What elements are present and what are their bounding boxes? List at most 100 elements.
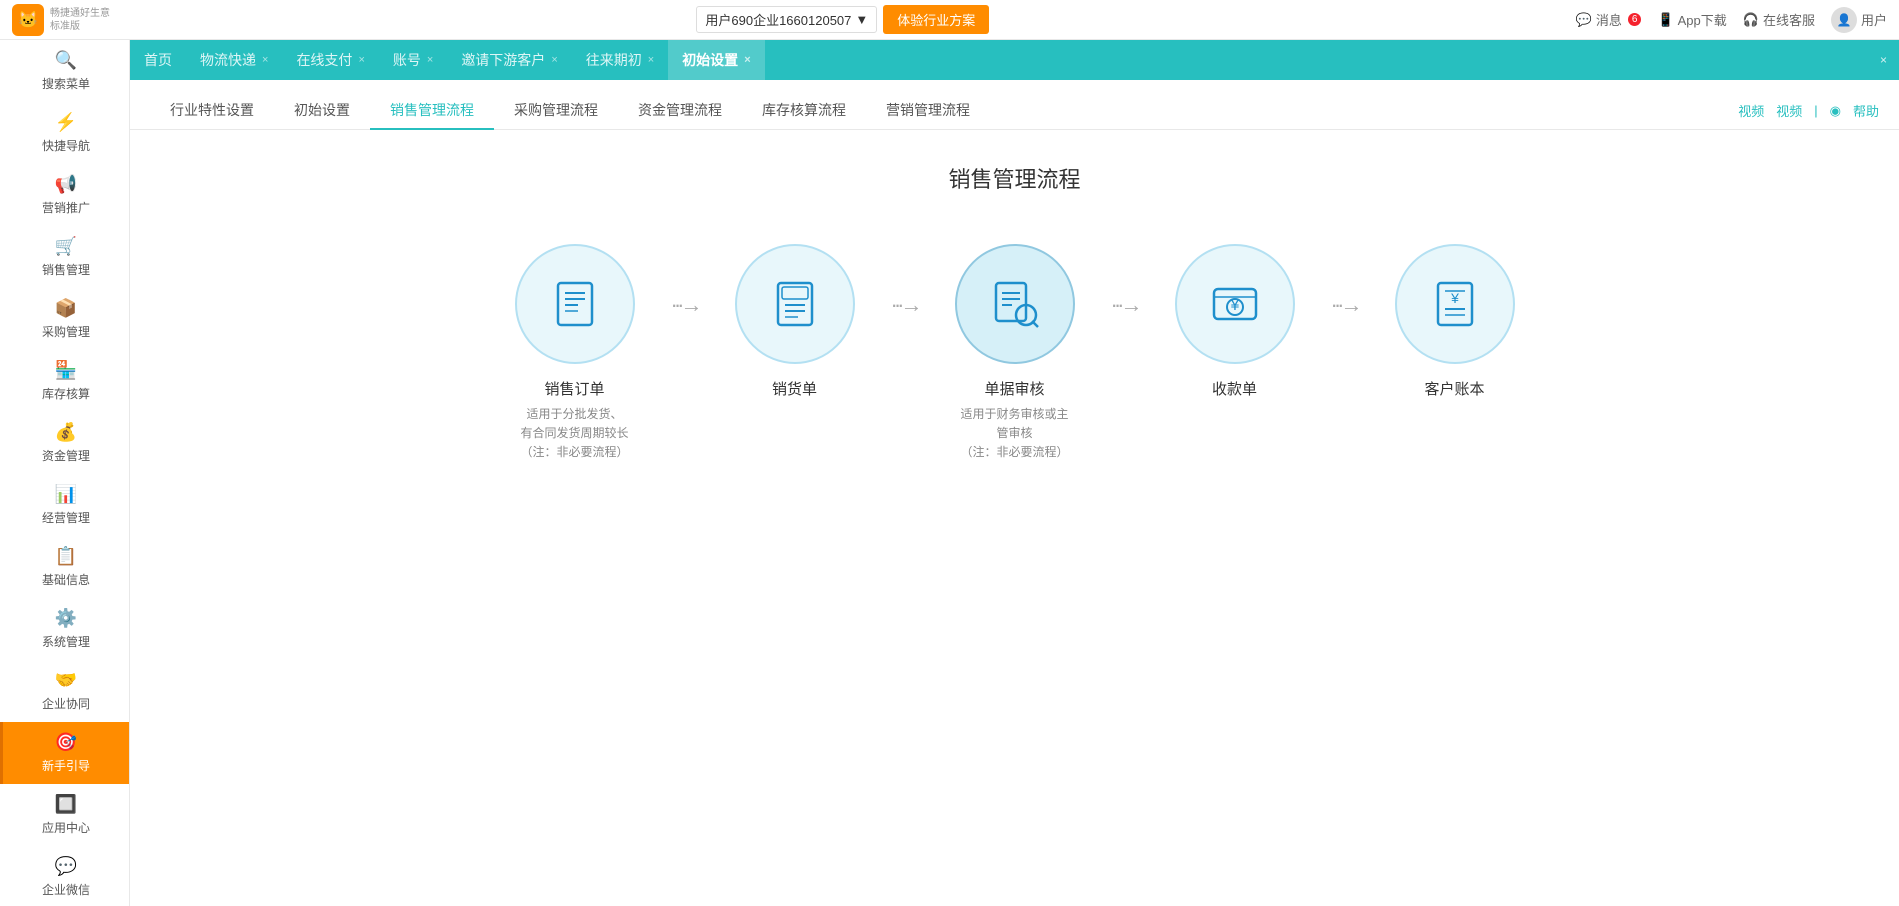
- user-name-label: 用户: [1861, 10, 1887, 29]
- sub-tab-label: 库存核算流程: [762, 102, 846, 118]
- sub-tab-finance-flow[interactable]: 资金管理流程: [618, 92, 742, 130]
- sub-tab-stock-flow[interactable]: 库存核算流程: [742, 92, 866, 130]
- flow-item-label: 客户账本: [1424, 378, 1484, 399]
- sidebar-item-operation[interactable]: 📊 经营管理: [0, 474, 129, 536]
- flow-circle-order-audit[interactable]: [955, 244, 1075, 364]
- flow-item-customer-account: ¥ 客户账本: [1375, 244, 1535, 405]
- sidebar-item-stock[interactable]: 🏪 库存核算: [0, 350, 129, 412]
- sidebar-item-sales[interactable]: 🛒 销售管理: [0, 226, 129, 288]
- close-icon[interactable]: ×: [551, 54, 557, 66]
- page-title: 销售管理流程: [130, 130, 1899, 214]
- sidebar-item-label: 新手引导: [42, 757, 90, 774]
- sub-tab-label: 营销管理流程: [886, 102, 970, 118]
- flow-item-sales-invoice: 销货单: [715, 244, 875, 405]
- app-label: App下载: [1678, 10, 1727, 29]
- user-select-area: 用户690企业1660120507 ▼ 体验行业方案: [696, 5, 989, 34]
- service-label: 在线客服: [1763, 10, 1815, 29]
- grid-icon: 🔲: [55, 794, 77, 815]
- sub-tab-label: 初始设置: [294, 102, 350, 118]
- clipboard-icon: 📋: [55, 546, 77, 567]
- close-icon[interactable]: ×: [427, 54, 433, 66]
- sidebar-item-label: 系统管理: [42, 633, 90, 650]
- close-all-tabs-button[interactable]: ×: [1868, 53, 1899, 67]
- message-icon: 💬: [1576, 12, 1592, 28]
- search-icon: 🔍: [55, 50, 77, 71]
- nav-tab-label: 在线支付: [296, 50, 352, 70]
- flow-item-label: 单据审核: [984, 378, 1044, 399]
- sidebar-item-label: 经营管理: [42, 509, 90, 526]
- app-download-button[interactable]: 📱 App下载: [1657, 10, 1726, 29]
- nav-tab-label: 初始设置: [682, 50, 738, 70]
- flow-circle-sales-invoice[interactable]: [735, 244, 855, 364]
- nav-tab-period[interactable]: 往来期初 ×: [572, 40, 668, 80]
- nav-tab-downstream[interactable]: 邀请下游客户 ×: [447, 40, 571, 80]
- sub-tab-sales-flow[interactable]: 销售管理流程: [370, 92, 494, 130]
- help-link[interactable]: ◉: [1830, 103, 1841, 119]
- sidebar-item-apps[interactable]: 🔲 应用中心: [0, 784, 129, 846]
- flow-arrow-1: ···→: [655, 244, 715, 318]
- box-icon: 📦: [55, 298, 77, 319]
- video-link[interactable]: 视频: [1738, 101, 1764, 120]
- sidebar-item-corp[interactable]: 🤝 企业协同: [0, 660, 129, 722]
- user-selector-text: 用户690企业1660120507: [705, 10, 851, 29]
- sidebar-item-finance[interactable]: 💰 资金管理: [0, 412, 129, 474]
- flow-item-label: 销货单: [772, 378, 817, 399]
- flow-circle-customer-account[interactable]: ¥: [1395, 244, 1515, 364]
- video-text[interactable]: 视频: [1776, 101, 1802, 120]
- flow-item-sales-order: 销售订单 适用于分批发货、有合同发货周期较长（注：非必要流程）: [495, 244, 655, 463]
- sidebar-item-quick[interactable]: ⚡ 快捷导航: [0, 102, 129, 164]
- gear-icon: ⚙️: [55, 608, 77, 629]
- nav-tab-payment[interactable]: 在线支付 ×: [282, 40, 378, 80]
- top-bar: 🐱 畅捷通好生意 标准版 用户690企业1660120507 ▼ 体验行业方案 …: [0, 0, 1899, 40]
- logo-text: 畅捷通好生意 标准版: [50, 7, 110, 33]
- content-area: 首页 物流快递 × 在线支付 × 账号 × 邀请下游客户 ×: [130, 40, 1899, 906]
- flow-item-label: 销售订单: [544, 378, 604, 399]
- message-button[interactable]: 💬 消息 6: [1576, 10, 1642, 29]
- nav-tab-account[interactable]: 账号 ×: [379, 40, 447, 80]
- sidebar-item-label: 企业协同: [42, 695, 90, 712]
- trial-button[interactable]: 体验行业方案: [883, 5, 989, 34]
- nav-tab-label: 账号: [393, 50, 421, 70]
- sub-tabs-bar: 行业特性设置 初始设置 销售管理流程 采购管理流程 资金管理流程: [130, 80, 1899, 130]
- close-icon[interactable]: ×: [648, 54, 654, 66]
- nav-tab-logistics[interactable]: 物流快递 ×: [186, 40, 282, 80]
- sidebar-item-label: 资金管理: [42, 447, 90, 464]
- handshake-icon: 🤝: [55, 670, 77, 691]
- sidebar: 🔍 搜索菜单 ⚡ 快捷导航 📢 营销推广 🛒 销售管理 📦 采购管理 🏪: [0, 40, 130, 906]
- sub-tab-marketing-flow[interactable]: 营销管理流程: [866, 92, 990, 130]
- flow-circle-receipt[interactable]: ¥: [1175, 244, 1295, 364]
- logo-area: 🐱 畅捷通好生意 标准版: [12, 4, 110, 36]
- sidebar-item-base[interactable]: 📋 基础信息: [0, 536, 129, 598]
- customer-service-button[interactable]: 🎧 在线客服: [1743, 10, 1815, 29]
- close-icon[interactable]: ×: [358, 54, 364, 66]
- flow-item-desc: 适用于财务审核或主管审核（注：非必要流程）: [960, 405, 1068, 463]
- flow-circle-sales-order[interactable]: [515, 244, 635, 364]
- nav-tab-home[interactable]: 首页: [130, 40, 186, 80]
- logo-icon: 🐱: [12, 4, 44, 36]
- headset-icon: 🎧: [1743, 12, 1759, 28]
- flow-diagram: 销售订单 适用于分批发货、有合同发货周期较长（注：非必要流程） ···→: [130, 214, 1899, 503]
- sub-tab-industry[interactable]: 行业特性设置: [150, 92, 274, 130]
- sidebar-item-wechat[interactable]: 💬 企业微信: [0, 846, 129, 906]
- sub-tab-label: 行业特性设置: [170, 102, 254, 118]
- logo-sub-text: 标准版: [50, 20, 110, 33]
- close-icon[interactable]: ×: [744, 54, 750, 66]
- target-icon: 🎯: [55, 732, 77, 753]
- close-icon[interactable]: ×: [262, 54, 268, 66]
- sidebar-item-search[interactable]: 🔍 搜索菜单: [0, 40, 129, 102]
- lightning-icon: ⚡: [55, 112, 77, 133]
- sidebar-item-system[interactable]: ⚙️ 系统管理: [0, 598, 129, 660]
- nav-tabs-bar: 首页 物流快递 × 在线支付 × 账号 × 邀请下游客户 ×: [130, 40, 1899, 80]
- flow-item-label: 收款单: [1212, 378, 1257, 399]
- user-avatar-button[interactable]: 👤 用户: [1831, 7, 1887, 33]
- help-text[interactable]: 帮助: [1853, 101, 1879, 120]
- sub-tab-purchase-flow[interactable]: 采购管理流程: [494, 92, 618, 130]
- sidebar-item-marketing[interactable]: 📢 营销推广: [0, 164, 129, 226]
- sidebar-item-purchase[interactable]: 📦 采购管理: [0, 288, 129, 350]
- nav-tab-init[interactable]: 初始设置 ×: [668, 40, 764, 80]
- sub-tab-init[interactable]: 初始设置: [274, 92, 370, 130]
- user-selector[interactable]: 用户690企业1660120507 ▼: [696, 6, 877, 33]
- sidebar-item-guide[interactable]: 🎯 新手引导: [0, 722, 129, 784]
- page-content: 行业特性设置 初始设置 销售管理流程 采购管理流程 资金管理流程: [130, 80, 1899, 906]
- nav-tab-label: 往来期初: [586, 50, 642, 70]
